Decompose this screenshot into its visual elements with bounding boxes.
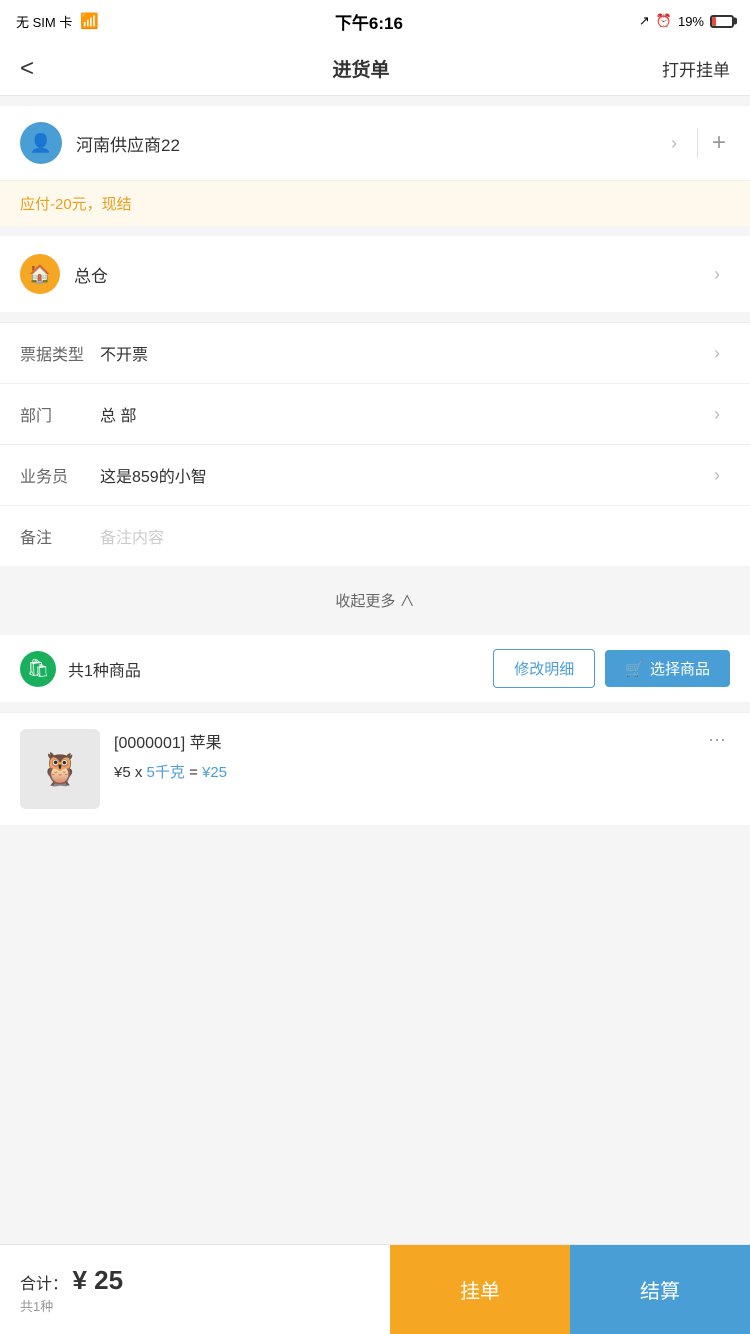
- warehouse-chevron-icon: ›: [714, 264, 720, 285]
- product-title: 苹果: [190, 735, 222, 752]
- dept-chevron-icon: ›: [714, 404, 720, 425]
- status-right: ↗ ⏰ 19%: [639, 13, 734, 29]
- collapse-label: 收起更多 ∧: [335, 593, 414, 610]
- wifi-icon: 📶: [80, 12, 99, 30]
- product-count-icon: 🛍: [20, 651, 56, 687]
- product-quantity: 5千克: [147, 764, 185, 781]
- open-hang-button[interactable]: 打开挂单: [662, 56, 730, 81]
- product-more-button[interactable]: ···: [704, 729, 730, 750]
- product-price: ¥5 x 5千克 = ¥25: [114, 761, 704, 782]
- battery-percent: 19%: [678, 14, 704, 29]
- warehouse-icon: 🏠: [20, 254, 60, 294]
- invoice-chevron-icon: ›: [714, 343, 720, 364]
- total-amount: ¥ 25: [72, 1265, 123, 1295]
- warehouse-card: 🏠 总仓 ›: [0, 236, 750, 312]
- invoice-value: 不开票: [100, 341, 714, 365]
- dept-row[interactable]: 部门 总 部 ›: [0, 383, 750, 444]
- chevron-right-icon: ›: [671, 133, 677, 154]
- product-header: 🛍 共1种商品 修改明细 🛒 选择商品: [0, 635, 750, 702]
- cart-icon: 🛍: [27, 658, 50, 679]
- total-label: 合计：: [20, 1276, 68, 1293]
- nav-bar: < 进货单 打开挂单: [0, 42, 750, 96]
- dept-value: 总 部: [100, 402, 714, 426]
- sales-row[interactable]: 业务员 这是859的小智 ›: [0, 444, 750, 505]
- remark-row[interactable]: 备注 备注内容: [0, 505, 750, 566]
- status-left: 无 SIM 卡 📶: [16, 12, 99, 31]
- page-title: 进货单: [332, 55, 389, 82]
- select-product-icon: 🛒: [625, 660, 644, 678]
- sales-label: 业务员: [20, 463, 100, 487]
- dept-label: 部门: [20, 402, 100, 426]
- supplier-name: 河南供应商22: [76, 131, 671, 156]
- battery-icon: [710, 15, 734, 28]
- select-product-button[interactable]: 🛒 选择商品: [605, 650, 730, 687]
- supplier-card: 👤 河南供应商22 › + 应付-20元，现结: [0, 106, 750, 226]
- divider: [697, 128, 698, 158]
- product-name: [0000001] 苹果: [114, 729, 704, 753]
- product-image: 🦉: [40, 750, 80, 788]
- product-thumbnail: 🦉: [20, 729, 100, 809]
- carrier-label: 无 SIM 卡: [16, 12, 72, 31]
- remark-label: 备注: [20, 524, 100, 548]
- bottom-bar: 合计： ¥ 25 共1种 挂单 结算: [0, 1244, 750, 1334]
- alarm-icon: ⏰: [656, 13, 672, 29]
- remark-input[interactable]: 备注内容: [100, 524, 730, 548]
- total-section: 合计： ¥ 25 共1种: [0, 1265, 390, 1315]
- checkout-button[interactable]: 结算: [570, 1245, 750, 1334]
- back-button[interactable]: <: [20, 55, 60, 83]
- warehouse-row[interactable]: 🏠 总仓 ›: [0, 236, 750, 312]
- hang-button[interactable]: 挂单: [390, 1245, 570, 1334]
- invoice-row[interactable]: 票据类型 不开票 ›: [0, 322, 750, 383]
- avatar-icon: 👤: [30, 133, 52, 154]
- product-unit-price: ¥5: [114, 764, 131, 781]
- total-count: 共1种: [20, 1296, 370, 1315]
- location-icon: ↗: [639, 13, 650, 29]
- product-total: ¥25: [202, 764, 227, 781]
- supplier-row[interactable]: 👤 河南供应商22 › +: [0, 106, 750, 181]
- form-card: 票据类型 不开票 › 部门 总 部 › 业务员 这是859的小智 › 备注 备注…: [0, 322, 750, 566]
- product-count-text: 共1种商品: [68, 657, 493, 681]
- warehouse-name: 总仓: [74, 262, 714, 287]
- product-info: [0000001] 苹果 ¥5 x 5千克 = ¥25: [114, 729, 704, 782]
- product-item: 🦉 [0000001] 苹果 ¥5 x 5千克 = ¥25 ···: [0, 712, 750, 825]
- avatar: 👤: [20, 122, 62, 164]
- product-code: [0000001]: [114, 735, 185, 752]
- time-label: 下午6:16: [335, 9, 403, 34]
- select-product-label: 选择商品: [650, 658, 710, 679]
- product-header-card: 🛍 共1种商品 修改明细 🛒 选择商品: [0, 635, 750, 702]
- notice-text: 应付-20元，现结: [20, 196, 132, 213]
- invoice-label: 票据类型: [20, 341, 100, 365]
- sales-value: 这是859的小智: [100, 463, 714, 487]
- edit-detail-button[interactable]: 修改明细: [493, 649, 595, 688]
- notice-bar: 应付-20元，现结: [0, 181, 750, 226]
- add-supplier-button[interactable]: +: [708, 129, 730, 157]
- status-bar: 无 SIM 卡 📶 下午6:16 ↗ ⏰ 19%: [0, 0, 750, 42]
- content: 👤 河南供应商22 › + 应付-20元，现结 🏠 总仓 › 票据类型 不开票 …: [0, 106, 750, 925]
- sales-chevron-icon: ›: [714, 465, 720, 486]
- collapse-toggle[interactable]: 收起更多 ∧: [0, 576, 750, 625]
